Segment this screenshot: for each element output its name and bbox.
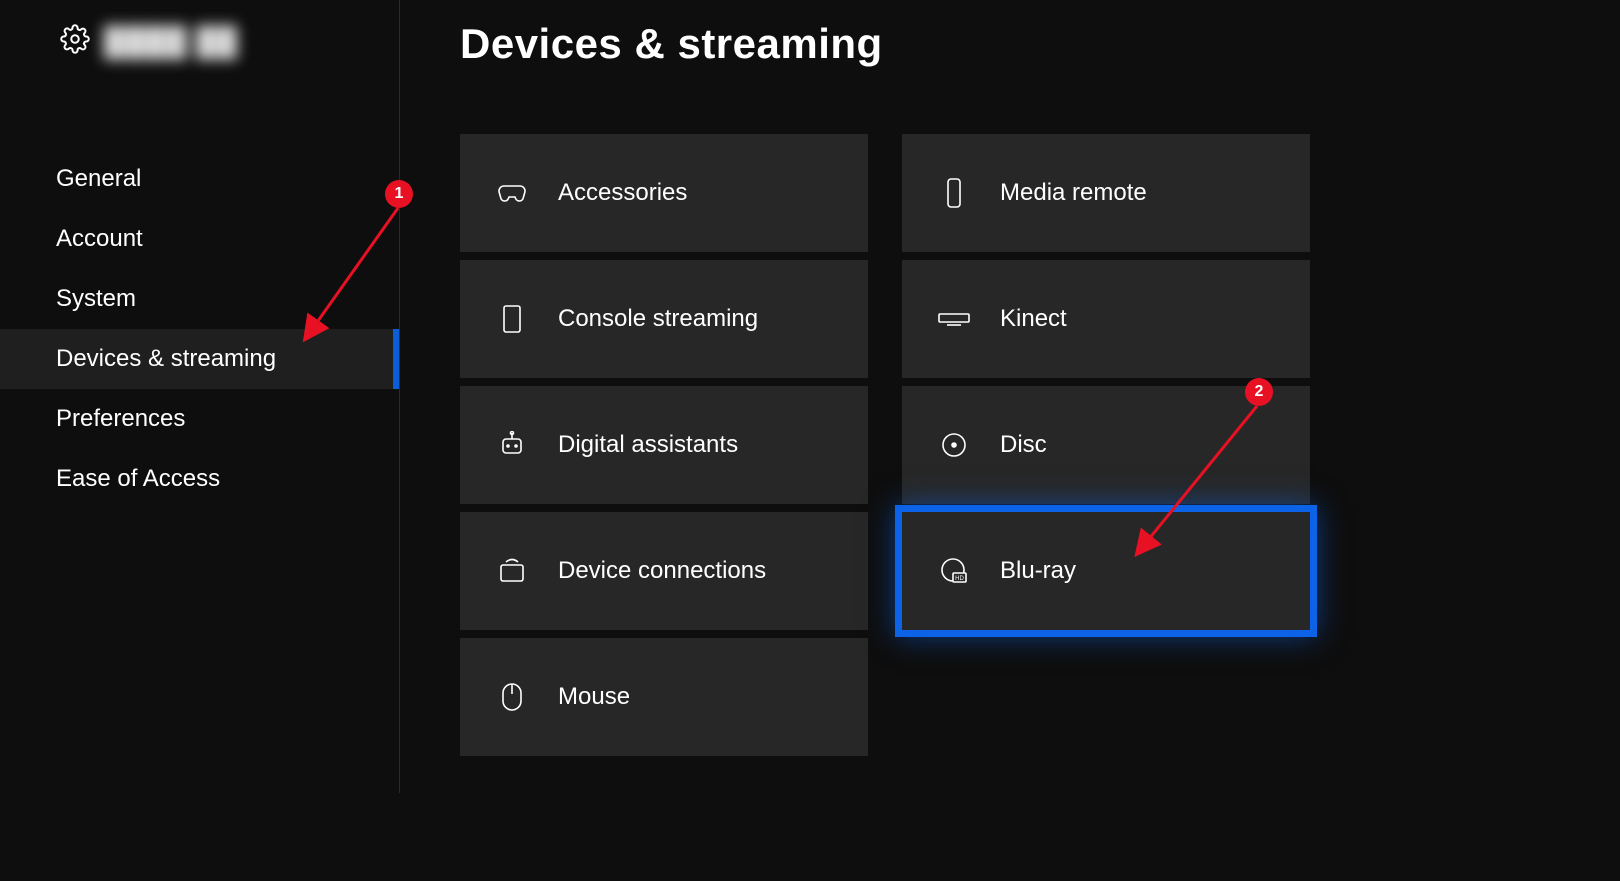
tile-digital-assistants[interactable]: Digital assistants (460, 386, 868, 504)
tile-accessories[interactable]: Accessories (460, 134, 868, 252)
tiles-column-1: Accessories Console streaming Digital as… (460, 134, 868, 756)
annotation-badge-1: 1 (385, 180, 413, 208)
tile-label: Accessories (558, 179, 687, 207)
disc-icon (936, 431, 972, 459)
tiles-grid: Accessories Console streaming Digital as… (460, 134, 1461, 756)
annotation-arrow-2 (1122, 400, 1272, 570)
phone-icon (494, 304, 530, 334)
nav-item-label: Preferences (56, 405, 185, 432)
tile-label: Device connections (558, 557, 766, 585)
page-title: Devices & streaming (460, 20, 1461, 68)
tile-label: Kinect (1000, 305, 1067, 333)
sidebar-header: ████ ██ (0, 0, 399, 59)
main-panel: Devices & streaming Accessories Console … (400, 0, 1521, 793)
nav-item-label: Ease of Access (56, 465, 220, 492)
annotation-badge-2: 2 (1245, 378, 1273, 406)
tile-media-remote[interactable]: Media remote (902, 134, 1310, 252)
nav-item-label: General (56, 165, 141, 192)
annotation-arrow-1 (290, 200, 410, 350)
tile-kinect[interactable]: Kinect (902, 260, 1310, 378)
robot-icon (494, 431, 530, 459)
bluray-icon: HD (936, 557, 972, 585)
tile-label: Disc (1000, 431, 1047, 459)
annotation-number: 2 (1255, 383, 1264, 401)
sidebar: ████ ██ General Account System Devices &… (0, 0, 400, 793)
mouse-icon (494, 682, 530, 712)
nav-item-label: Devices & streaming (56, 345, 276, 372)
tile-label: Console streaming (558, 305, 758, 333)
tile-label: Mouse (558, 683, 630, 711)
gear-icon (60, 24, 90, 59)
annotation-number: 1 (395, 185, 404, 203)
remote-icon (936, 177, 972, 209)
kinect-icon (936, 310, 972, 328)
nav-item-label: System (56, 285, 136, 312)
device-connections-icon (494, 558, 530, 584)
tile-device-connections[interactable]: Device connections (460, 512, 868, 630)
nav-item-label: Account (56, 225, 143, 252)
tile-label: Media remote (1000, 179, 1147, 207)
nav-item-ease-of-access[interactable]: Ease of Access (0, 449, 399, 509)
nav-item-preferences[interactable]: Preferences (0, 389, 399, 449)
svg-text:HD: HD (955, 576, 964, 582)
tile-label: Blu-ray (1000, 557, 1076, 585)
controller-icon (494, 181, 530, 205)
tile-label: Digital assistants (558, 431, 738, 459)
tile-console-streaming[interactable]: Console streaming (460, 260, 868, 378)
tile-mouse[interactable]: Mouse (460, 638, 868, 756)
profile-name-blurred: ████ ██ (104, 26, 238, 58)
